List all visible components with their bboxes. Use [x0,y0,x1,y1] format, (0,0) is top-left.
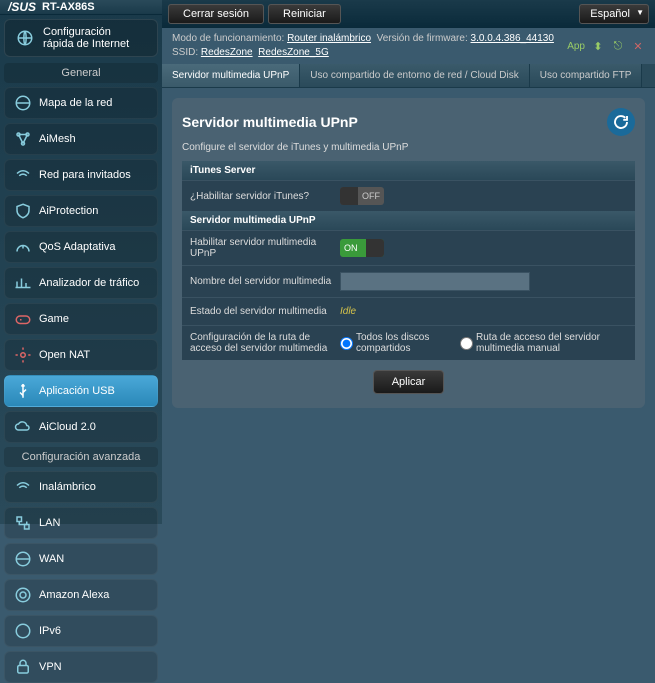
link-status-icon[interactable]: ⎋ [611,39,625,53]
nav-guest-network[interactable]: Red para invitados [4,159,158,191]
quick-setup-l1: Configuración [43,26,129,38]
itunes-section: iTunes Server [182,161,635,180]
firmware-link[interactable]: 3.0.0.4.386_44130 [471,33,554,44]
signal-icon [13,477,33,497]
nav-wireless[interactable]: Inalámbrico [4,471,158,503]
meta-bar: Modo de funcionamiento: Router inalámbri… [162,28,655,64]
ipv6-icon [13,621,33,641]
logo-bar: /SUS RT-AX86S [0,0,162,15]
wifi-icon [13,165,33,185]
itunes-enable-label: ¿Habilitar servidor iTunes? [190,191,340,202]
wan-icon [13,549,33,569]
nav-lan[interactable]: LAN [4,507,158,539]
usb-status-icon[interactable]: ⬍ [591,39,605,53]
upnp-enable-label: Habilitar servidor multimedia UPnP [190,237,340,259]
disconnect-status-icon[interactable]: ✕ [631,39,645,53]
ssid-link-1[interactable]: RedesZone [201,47,253,58]
section-general: General [4,63,158,83]
ssid-link-2[interactable]: RedesZone_5G [258,47,329,58]
globe-gear-icon [13,26,37,50]
cloud-icon [13,417,33,437]
logout-button[interactable]: Cerrar sesión [168,4,264,24]
nav-ipv6[interactable]: IPv6 [4,615,158,647]
chart-icon [13,273,33,293]
globe-icon [13,93,33,113]
vpn-icon [13,657,33,677]
nav-aiprotection[interactable]: AiProtection [4,195,158,227]
usb-icon [13,381,33,401]
nav-usb-application[interactable]: Aplicación USB [4,375,158,407]
quick-setup-l2: rápida de Internet [43,38,129,50]
refresh-button[interactable] [607,108,635,136]
section-advanced: Configuración avanzada [4,447,158,467]
nav-game[interactable]: Game [4,303,158,335]
brand-logo: /SUS [8,0,36,14]
lan-icon [13,513,33,533]
shield-icon [13,201,33,221]
nav-open-nat[interactable]: Open NAT [4,339,158,371]
nav-alexa[interactable]: Amazon Alexa [4,579,158,611]
operation-mode-link[interactable]: Router inalámbrico [287,33,371,44]
apply-button[interactable]: Aplicar [373,370,445,394]
tab-samba[interactable]: Uso compartido de entorno de red / Cloud… [300,64,529,87]
itunes-toggle[interactable] [340,187,384,205]
radio-manual-path[interactable]: Ruta de acceso del servidor multimedia m… [460,332,627,354]
tabs: Servidor multimedia UPnP Uso compartido … [162,64,655,88]
gauge-icon [13,237,33,257]
language-select[interactable]: Español [579,4,649,24]
nav-vpn[interactable]: VPN [4,651,158,683]
model-name: RT-AX86S [42,1,95,13]
upnp-section: Servidor multimedia UPnP [182,211,635,230]
server-status-label: Estado del servidor multimedia [190,306,340,317]
panel-title: Servidor multimedia UPnP [182,114,358,130]
server-name-label: Nombre del servidor multimedia [190,276,340,287]
gamepad-icon [13,309,33,329]
quick-internet-setup[interactable]: Configuraciónrápida de Internet [4,19,158,57]
panel-desc: Configure el servidor de iTunes y multim… [182,142,635,153]
nav-traffic-analyzer[interactable]: Analizador de tráfico [4,267,158,299]
tab-upnp[interactable]: Servidor multimedia UPnP [162,64,300,87]
nav-aicloud[interactable]: AiCloud 2.0 [4,411,158,443]
top-bar: Cerrar sesión Reiniciar Español [162,0,655,28]
radio-all-disks[interactable]: Todos los discos compartidos [340,332,448,354]
mesh-icon [13,129,33,149]
path-config-label: Configuración de la ruta de acceso del s… [190,332,340,354]
nav-network-map[interactable]: Mapa de la red [4,87,158,119]
alexa-icon [13,585,33,605]
upnp-panel: Servidor multimedia UPnP Configure el se… [172,98,645,408]
nav-qos[interactable]: QoS Adaptativa [4,231,158,263]
server-name-input[interactable] [340,272,530,291]
nav-aimesh[interactable]: AiMesh [4,123,158,155]
server-status-value: Idle [340,306,356,317]
nav-wan[interactable]: WAN [4,543,158,575]
app-label: App [567,41,585,52]
tab-ftp[interactable]: Uso compartido FTP [530,64,643,87]
nat-icon [13,345,33,365]
upnp-toggle[interactable] [340,239,384,257]
reboot-button[interactable]: Reiniciar [268,4,341,24]
